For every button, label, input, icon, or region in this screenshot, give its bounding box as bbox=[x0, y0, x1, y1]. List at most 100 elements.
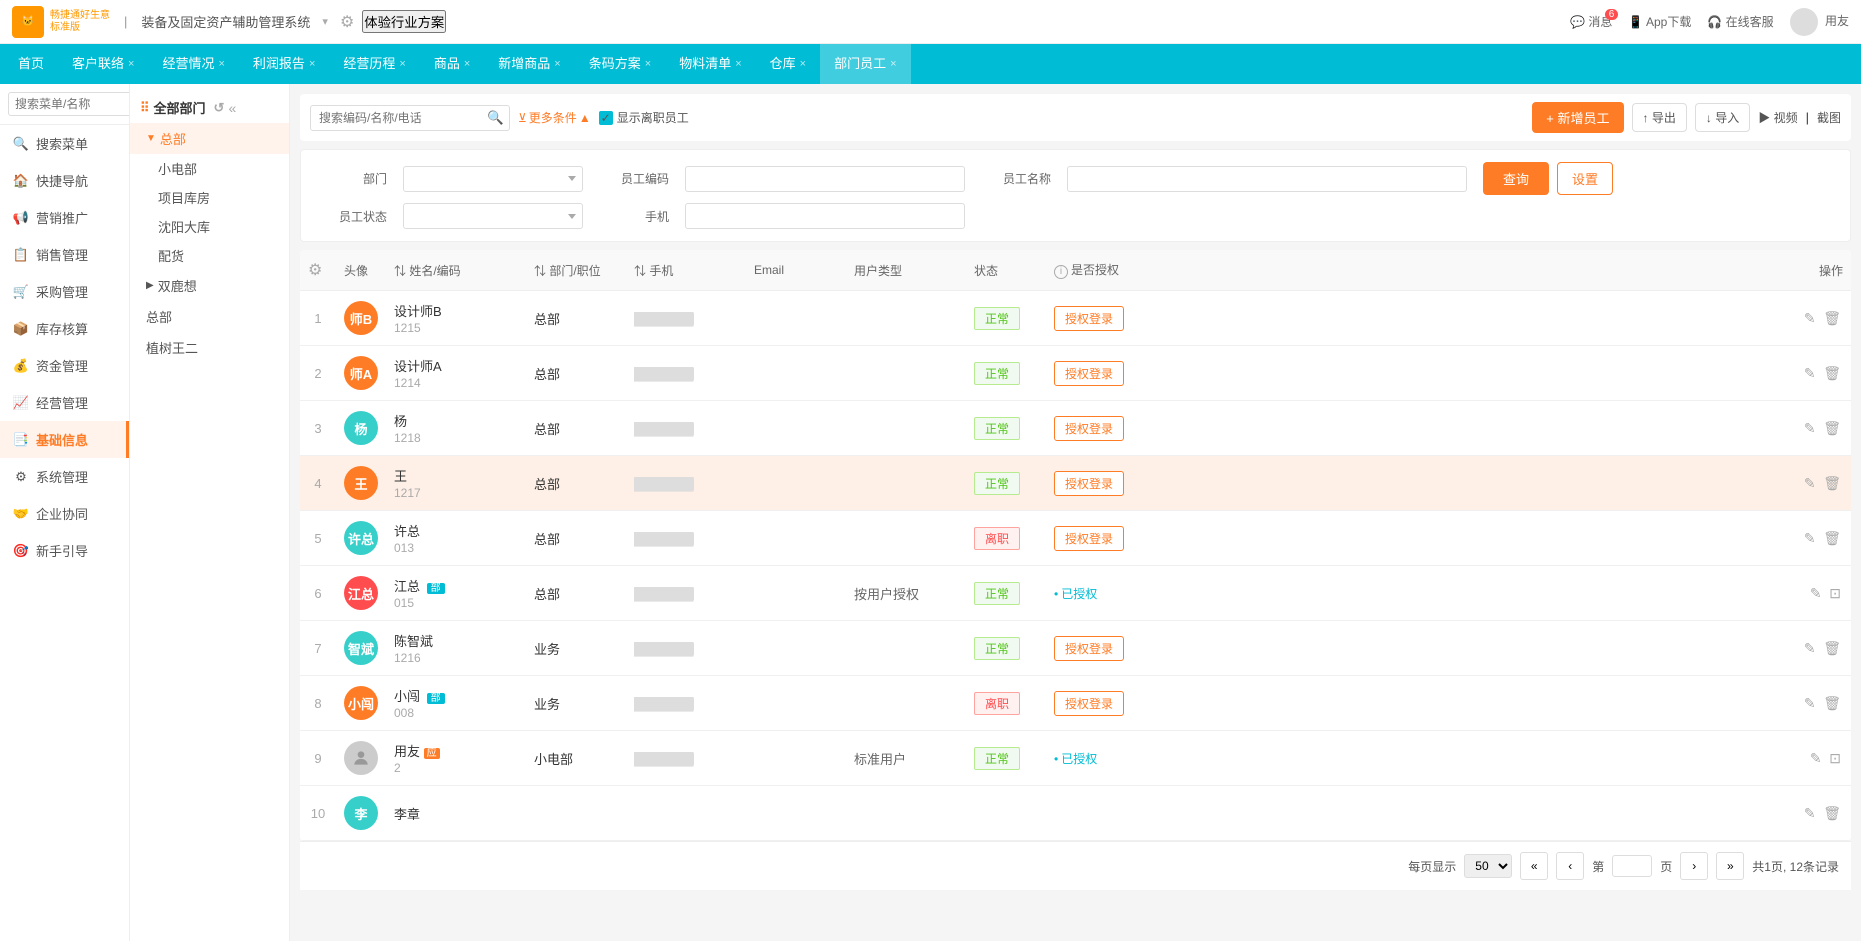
th-phone[interactable]: ⇅ 手机 bbox=[626, 250, 746, 291]
tab-history[interactable]: 经营历程 × bbox=[329, 44, 419, 84]
import-button[interactable]: ↓ 导入 bbox=[1695, 103, 1750, 132]
auth-login-button[interactable]: 授权登录 bbox=[1054, 306, 1124, 331]
prev-page-button[interactable]: ‹ bbox=[1556, 852, 1584, 880]
th-dept[interactable]: ⇅ 部门/职位 bbox=[526, 250, 626, 291]
gear-settings-button[interactable]: ⚙ bbox=[340, 12, 354, 32]
close-icon[interactable]: × bbox=[645, 44, 651, 84]
auth-login-button[interactable]: 授权登录 bbox=[1054, 416, 1124, 441]
sidebar-item-finance[interactable]: 💰 资金管理 bbox=[0, 347, 129, 384]
video-button[interactable]: ▶ 视频 bbox=[1758, 109, 1797, 126]
page-number-input[interactable]: 1 bbox=[1612, 855, 1652, 877]
sidebar-item-quicknav[interactable]: 🏠 快捷导航 bbox=[0, 162, 129, 199]
th-name[interactable]: ⇅ 姓名/编码 bbox=[386, 250, 526, 291]
next-page-button[interactable]: › bbox=[1680, 852, 1708, 880]
edit-button[interactable]: ✎ bbox=[1802, 693, 1818, 714]
delete-button[interactable]: 🗑 bbox=[1821, 473, 1843, 494]
per-page-select[interactable]: 50 bbox=[1464, 854, 1512, 878]
tab-customer[interactable]: 客户联络 × bbox=[58, 44, 148, 84]
show-resigned-toggle[interactable]: ✓ 显示离职员工 bbox=[599, 109, 689, 126]
dept-node-zhishu[interactable]: 植树王二 bbox=[130, 332, 289, 363]
emp-name-filter-input[interactable] bbox=[1067, 166, 1467, 192]
sidebar-item-marketing[interactable]: 📢 营销推广 bbox=[0, 199, 129, 236]
delete-button[interactable]: 🗑 bbox=[1821, 528, 1843, 549]
user-info[interactable]: 用友 bbox=[1790, 8, 1849, 36]
delete-button[interactable]: 🗑 bbox=[1821, 363, 1843, 384]
tab-warehouse[interactable]: 仓库 × bbox=[756, 44, 820, 84]
close-icon[interactable]: × bbox=[309, 44, 315, 84]
dept-node-zongbu[interactable]: 总部 bbox=[130, 301, 289, 332]
sidebar-item-search[interactable]: 🔍 搜索菜单 bbox=[0, 125, 129, 162]
delete-button[interactable]: 🗑 bbox=[1821, 638, 1843, 659]
delete-button[interactable]: 🗑 bbox=[1821, 693, 1843, 714]
dept-refresh-icon[interactable]: ↺ bbox=[214, 100, 225, 116]
message-badge-wrap[interactable]: 💬 消息 6 bbox=[1570, 13, 1612, 30]
collapse-button[interactable]: « bbox=[228, 100, 236, 116]
query-button[interactable]: 查询 bbox=[1483, 162, 1549, 195]
tab-bom[interactable]: 物料清单 × bbox=[665, 44, 755, 84]
tab-operation[interactable]: 经营情况 × bbox=[148, 44, 238, 84]
tab-barcode[interactable]: 条码方案 × bbox=[575, 44, 665, 84]
delete-button[interactable]: 🗑 bbox=[1821, 803, 1843, 824]
edit-button[interactable]: ✎ bbox=[1802, 418, 1818, 439]
delete-button[interactable]: 🗑 bbox=[1821, 308, 1843, 329]
employee-search-input[interactable] bbox=[310, 105, 510, 131]
edit-button[interactable]: ✎ bbox=[1802, 308, 1818, 329]
add-employee-button[interactable]: + 新增员工 bbox=[1532, 102, 1623, 133]
tab-department[interactable]: 部门员工 × bbox=[820, 44, 910, 84]
auth-login-button[interactable]: 授权登录 bbox=[1054, 471, 1124, 496]
emp-status-filter-select[interactable] bbox=[403, 203, 583, 229]
delete-button[interactable]: 🗑 bbox=[1821, 418, 1843, 439]
table-settings-button[interactable]: ⚙ bbox=[308, 260, 322, 280]
sidebar-item-guide[interactable]: 🎯 新手引导 bbox=[0, 532, 129, 569]
close-icon[interactable]: × bbox=[128, 44, 134, 84]
trial-button[interactable]: 体验行业方案 bbox=[362, 10, 446, 33]
close-icon[interactable]: × bbox=[554, 44, 560, 84]
edit-button[interactable]: ✎ bbox=[1808, 748, 1824, 769]
emp-code-filter-input[interactable] bbox=[685, 166, 965, 192]
dept-node-headquarters[interactable]: ▼ 总部 bbox=[130, 123, 289, 154]
sidebar-item-basicinfo[interactable]: 📑 基础信息 bbox=[0, 421, 129, 458]
close-icon[interactable]: × bbox=[890, 44, 896, 84]
auth-login-button[interactable]: 授权登录 bbox=[1054, 636, 1124, 661]
online-service[interactable]: 🎧 在线客服 bbox=[1707, 13, 1773, 30]
dept-child-xmkf[interactable]: 项目库房 bbox=[130, 183, 289, 212]
sidebar-search-input[interactable] bbox=[8, 92, 130, 116]
edit-button[interactable]: ✎ bbox=[1802, 638, 1818, 659]
export-button[interactable]: ↑ 导出 bbox=[1632, 103, 1687, 132]
close-icon[interactable]: × bbox=[399, 44, 405, 84]
delete-button[interactable]: ⊡ bbox=[1827, 748, 1843, 769]
auth-login-button[interactable]: 授权登录 bbox=[1054, 691, 1124, 716]
screenshot-button[interactable]: 截图 bbox=[1817, 109, 1841, 126]
app-download[interactable]: 📱 App下载 bbox=[1628, 13, 1691, 30]
last-page-button[interactable]: » bbox=[1716, 852, 1744, 880]
tab-home[interactable]: 首页 bbox=[4, 44, 58, 84]
close-icon[interactable]: × bbox=[800, 44, 806, 84]
tab-new-goods[interactable]: 新增商品 × bbox=[484, 44, 574, 84]
dept-child-xbd[interactable]: 小电部 bbox=[130, 154, 289, 183]
auth-login-button[interactable]: 授权登录 bbox=[1054, 361, 1124, 386]
tab-profit[interactable]: 利润报告 × bbox=[239, 44, 329, 84]
sidebar-item-inventory[interactable]: 📦 库存核算 bbox=[0, 310, 129, 347]
sidebar-item-collab[interactable]: 🤝 企业协同 bbox=[0, 495, 129, 532]
more-filter-button[interactable]: ⊻ 更多条件 ▲ bbox=[518, 109, 591, 126]
phone-filter-input[interactable] bbox=[685, 203, 965, 229]
edit-button[interactable]: ✎ bbox=[1802, 803, 1818, 824]
sidebar-item-sales[interactable]: 📋 销售管理 bbox=[0, 236, 129, 273]
sidebar-item-operations[interactable]: 📈 经营管理 bbox=[0, 384, 129, 421]
close-icon[interactable]: × bbox=[735, 44, 741, 84]
search-button[interactable]: 🔍 bbox=[487, 110, 504, 126]
close-icon[interactable]: × bbox=[218, 44, 224, 84]
sidebar-item-purchase[interactable]: 🛒 采购管理 bbox=[0, 273, 129, 310]
dept-child-sydl[interactable]: 沈阳大库 bbox=[130, 212, 289, 241]
edit-button[interactable]: ✎ bbox=[1802, 363, 1818, 384]
edit-button[interactable]: ✎ bbox=[1808, 583, 1824, 604]
edit-button[interactable]: ✎ bbox=[1802, 528, 1818, 549]
dept-child-ph[interactable]: 配货 bbox=[130, 241, 289, 270]
delete-button[interactable]: ⊡ bbox=[1827, 583, 1843, 604]
close-icon[interactable]: × bbox=[464, 44, 470, 84]
auth-login-button[interactable]: 授权登录 bbox=[1054, 526, 1124, 551]
dept-node-shuanglu[interactable]: ▶ 双鹿想 bbox=[130, 270, 289, 301]
first-page-button[interactable]: « bbox=[1520, 852, 1548, 880]
dept-filter-select[interactable] bbox=[403, 166, 583, 192]
tab-goods[interactable]: 商品 × bbox=[420, 44, 484, 84]
